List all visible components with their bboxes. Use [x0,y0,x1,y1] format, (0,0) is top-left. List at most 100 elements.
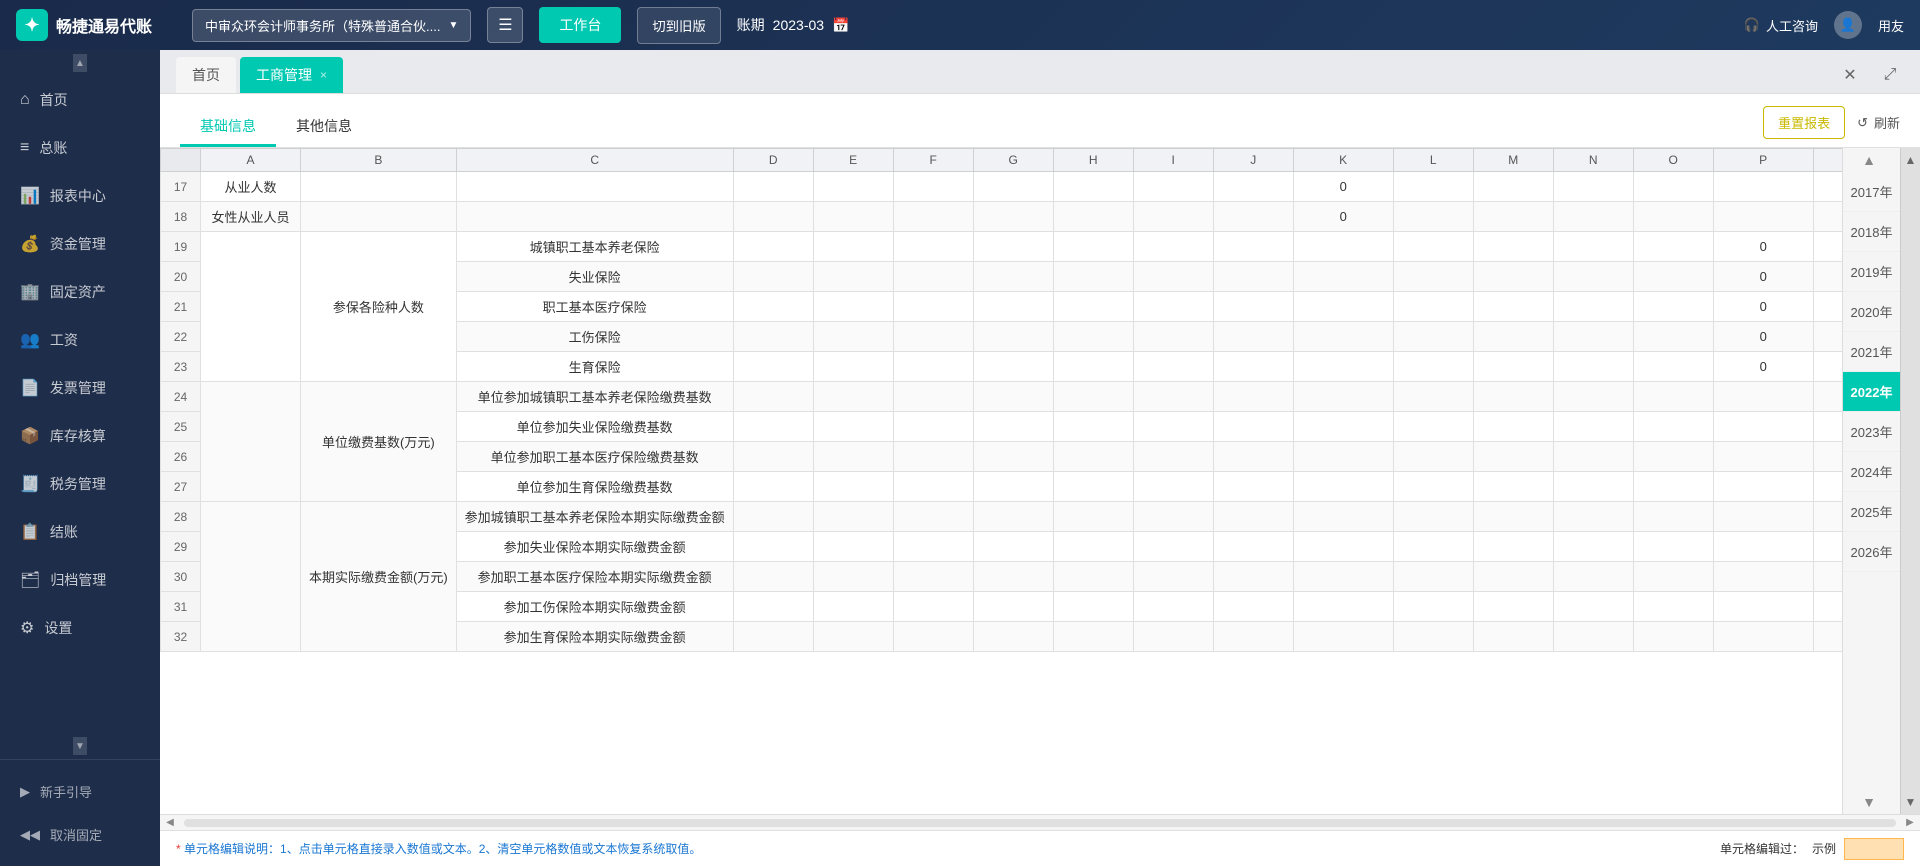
cell-K[interactable]: 0 [1293,172,1393,202]
cell-K[interactable] [1293,292,1393,322]
cell-H[interactable] [1053,232,1133,262]
cell-N[interactable] [1553,442,1633,472]
year-scroll-down-button[interactable]: ▼ [1843,790,1895,814]
cell-F[interactable] [893,412,973,442]
cell-J[interactable] [1213,502,1293,532]
sidebar-item-closing[interactable]: 📋 结账 [0,508,160,556]
cell-D[interactable] [733,622,813,652]
cell-L[interactable] [1393,592,1473,622]
cell-M[interactable] [1473,622,1553,652]
cell-L[interactable] [1393,262,1473,292]
cell-M[interactable] [1473,532,1553,562]
cell-I[interactable] [1133,172,1213,202]
cell-P[interactable] [1713,562,1813,592]
cell-G[interactable] [973,442,1053,472]
refresh-button[interactable]: ↺ 刷新 [1857,113,1900,132]
cell-G[interactable] [973,262,1053,292]
cell-J[interactable] [1213,622,1293,652]
cell-E[interactable] [813,292,893,322]
cell-B[interactable]: 参保各险种人数 [301,232,457,382]
cell-G[interactable] [973,562,1053,592]
cell-Q[interactable] [1813,502,1842,532]
cell-C[interactable]: 参加工伤保险本期实际缴费金额 [456,592,733,622]
sidebar-item-reports[interactable]: 📊 报表中心 [0,172,160,220]
cell-N[interactable] [1553,292,1633,322]
cell-O[interactable] [1633,382,1713,412]
cell-L[interactable] [1393,442,1473,472]
cell-F[interactable] [893,532,973,562]
year-item[interactable]: 2022年 [1843,372,1900,412]
sidebar-item-archive[interactable]: 🗂 归档管理 [0,556,160,604]
cell-G[interactable] [973,532,1053,562]
cell-C[interactable]: 职工基本医疗保险 [456,292,733,322]
cell-H[interactable] [1053,622,1133,652]
cell-I[interactable] [1133,412,1213,442]
year-item[interactable]: 2020年 [1843,292,1900,332]
cell-L[interactable] [1393,382,1473,412]
cell-C[interactable]: 单位参加失业保险缴费基数 [456,412,733,442]
cell-H[interactable] [1053,322,1133,352]
cell-A[interactable] [201,382,301,502]
cell-L[interactable] [1393,532,1473,562]
cell-J[interactable] [1213,322,1293,352]
cell-G[interactable] [973,172,1053,202]
cell-D[interactable] [733,322,813,352]
cell-P[interactable] [1713,412,1813,442]
cell-C[interactable] [456,172,733,202]
cell-F[interactable] [893,622,973,652]
cell-B[interactable] [301,202,457,232]
cell-E[interactable] [813,442,893,472]
cell-E[interactable] [813,412,893,442]
cell-L[interactable] [1393,202,1473,232]
cell-P[interactable] [1713,382,1813,412]
sidebar-scroll-down[interactable]: ▼ [73,737,87,755]
cell-Q[interactable] [1813,292,1842,322]
year-item[interactable]: 2024年 [1843,452,1900,492]
cell-N[interactable] [1553,562,1633,592]
cell-C[interactable]: 单位参加城镇职工基本养老保险缴费基数 [456,382,733,412]
cell-Q[interactable] [1813,382,1842,412]
cell-D[interactable] [733,382,813,412]
reset-report-button[interactable]: 重置报表 [1763,106,1845,139]
cell-F[interactable] [893,352,973,382]
cell-O[interactable] [1633,322,1713,352]
cell-P[interactable] [1713,172,1813,202]
sub-tab-other[interactable]: 其他信息 [276,108,372,147]
cell-M[interactable] [1473,592,1553,622]
cell-I[interactable] [1133,562,1213,592]
cell-J[interactable] [1213,352,1293,382]
cell-G[interactable] [973,232,1053,262]
cell-N[interactable] [1553,202,1633,232]
cell-E[interactable] [813,202,893,232]
cell-C[interactable]: 单位参加职工基本医疗保险缴费基数 [456,442,733,472]
cell-L[interactable] [1393,322,1473,352]
cell-Q[interactable] [1813,322,1842,352]
cell-F[interactable] [893,322,973,352]
cell-J[interactable] [1213,562,1293,592]
cell-Q[interactable] [1813,172,1842,202]
cell-K[interactable] [1293,262,1393,292]
cell-C[interactable] [456,202,733,232]
cell-B[interactable]: 本期实际缴费金额(万元) [301,502,457,652]
cell-N[interactable] [1553,352,1633,382]
cell-K[interactable] [1293,532,1393,562]
cell-H[interactable] [1053,532,1133,562]
cell-F[interactable] [893,262,973,292]
sidebar-item-inventory[interactable]: 📦 库存核算 [0,412,160,460]
collapse-up-arrow[interactable]: ▲ [1901,148,1920,172]
cell-C[interactable]: 单位参加生育保险缴费基数 [456,472,733,502]
cell-C[interactable]: 参加失业保险本期实际缴费金额 [456,532,733,562]
cell-N[interactable] [1553,382,1633,412]
sidebar-item-payroll[interactable]: 👥 工资 [0,316,160,364]
sidebar-item-settings[interactable]: ⚙ 设置 [0,604,160,652]
cell-D[interactable] [733,202,813,232]
sidebar-item-ledger[interactable]: ≡ 总账 [0,124,160,172]
cell-D[interactable] [733,172,813,202]
cell-J[interactable] [1213,202,1293,232]
workbench-button[interactable]: 工作台 [539,7,621,43]
cell-G[interactable] [973,292,1053,322]
cell-E[interactable] [813,262,893,292]
cell-O[interactable] [1633,202,1713,232]
cell-P[interactable]: 0 [1713,292,1813,322]
cell-I[interactable] [1133,532,1213,562]
